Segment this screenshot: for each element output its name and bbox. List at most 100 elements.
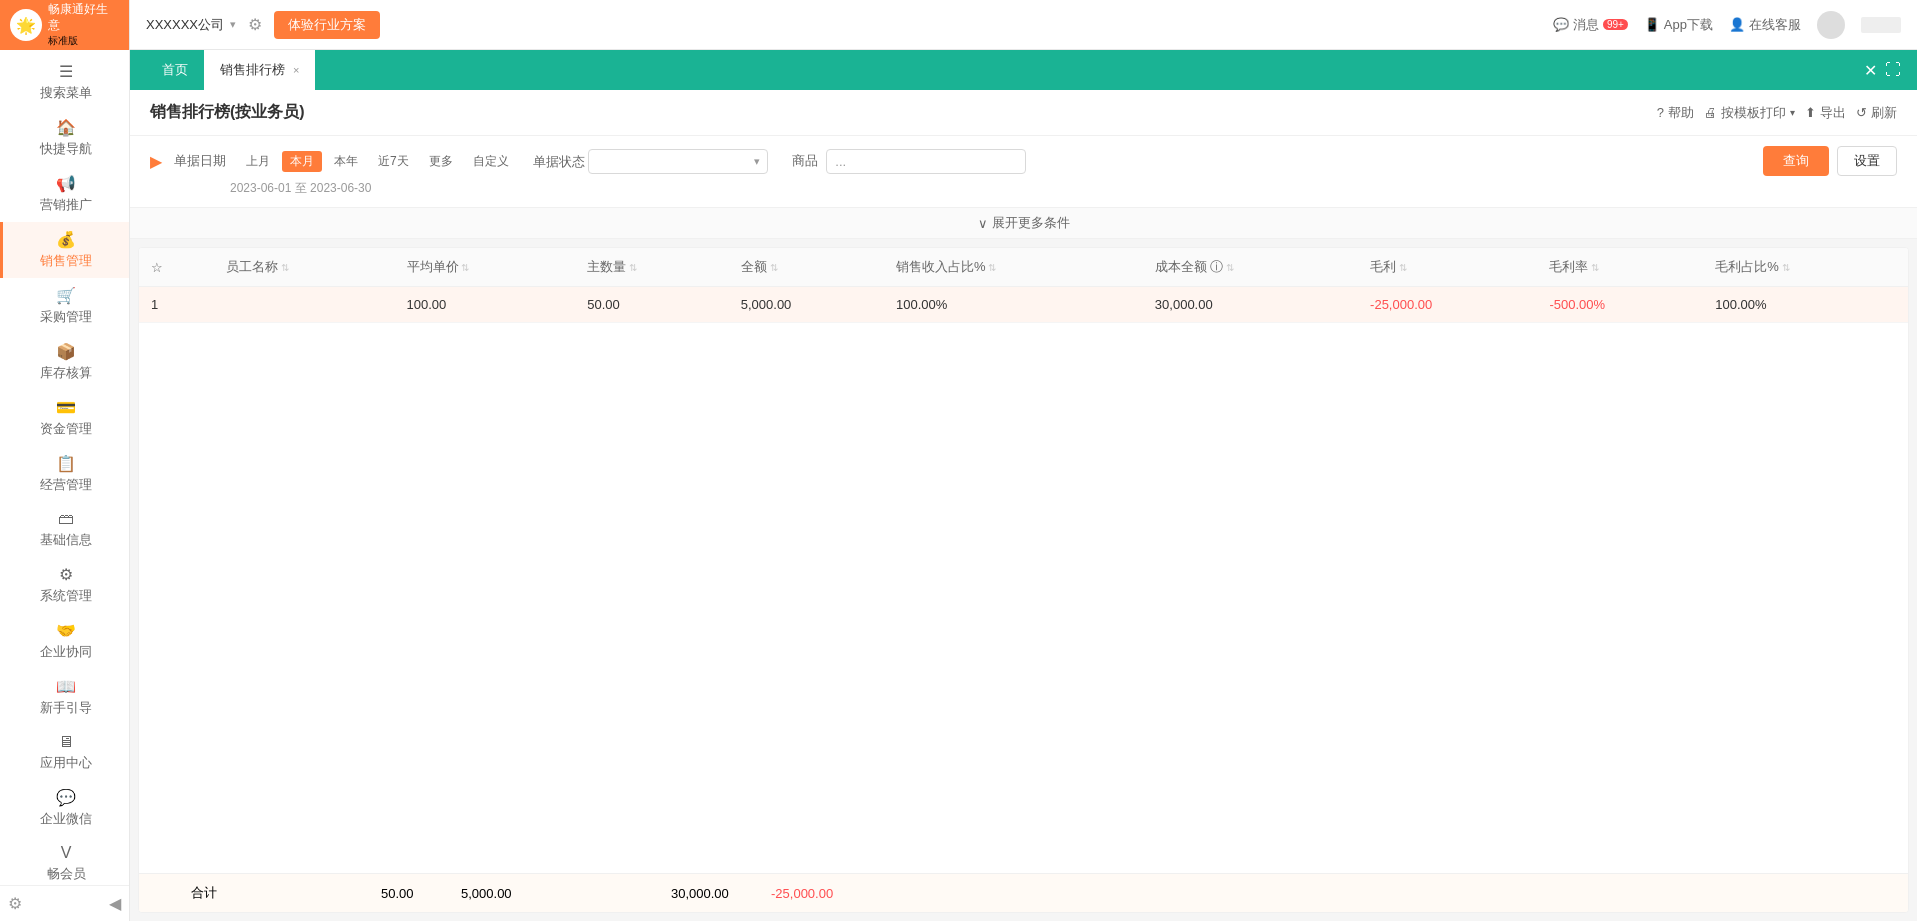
th-margin_rate[interactable]: 毛利率 xyxy=(1537,248,1703,287)
table-wrap: ☆员工名称平均单价主数量全额销售收入占比%成本全额 ⓘ毛利毛利率毛利占比% 11… xyxy=(138,247,1909,913)
sidebar-item-search[interactable]: ☰ 搜索菜单 xyxy=(0,54,129,110)
tab-sales-ranking[interactable]: 销售排行榜 × xyxy=(204,50,315,90)
apps-icon: 🖥 xyxy=(58,733,74,751)
goods-filter-wrap: 商品 ... xyxy=(792,149,1026,174)
user-name-placeholder xyxy=(1861,17,1901,33)
download-icon: 📱 xyxy=(1644,17,1660,32)
sidebar-item-label-sales: 销售管理 xyxy=(40,252,92,270)
basics-icon: 🗃 xyxy=(58,510,74,528)
expand-btn[interactable]: ∨ 展开更多条件 xyxy=(978,214,1070,232)
footer-margin: -25,000.00 xyxy=(771,886,833,901)
th-sales_pct[interactable]: 销售收入占比% xyxy=(884,248,1143,287)
main-area: XXXXXX公司 ▾ ⚙ 体验行业方案 💬 消息 99+ 📱 App下载 👤 在… xyxy=(130,0,1917,921)
th-name[interactable]: 员工名称 xyxy=(214,248,395,287)
sidebar-item-inventory[interactable]: 📦 库存核算 xyxy=(0,334,129,390)
td-name xyxy=(214,287,395,323)
message-icon: 💬 xyxy=(1553,17,1569,32)
sidebar-item-marketing[interactable]: 📢 营销推广 xyxy=(0,166,129,222)
template-print-btn[interactable]: 🖨 按模板打印 ▾ xyxy=(1704,104,1795,122)
th-margin_pct[interactable]: 毛利占比% xyxy=(1703,248,1908,287)
expand-label: 展开更多条件 xyxy=(992,214,1070,232)
purchase-icon: 🛒 xyxy=(56,286,76,305)
td-avg_price: 100.00 xyxy=(395,287,576,323)
tab-close-window-icon[interactable]: ✕ xyxy=(1864,61,1877,80)
sidebar-item-label-search: 搜索菜单 xyxy=(40,84,92,102)
date-tab-more[interactable]: 更多 xyxy=(421,151,461,172)
td-margin: -25,000.00 xyxy=(1358,287,1537,323)
date-tab-custom[interactable]: 自定义 xyxy=(465,151,517,172)
footer-qty-cell: 50.00 xyxy=(381,886,461,901)
export-btn[interactable]: ⬆ 导出 xyxy=(1805,104,1846,122)
online-service-btn[interactable]: 👤 在线客服 xyxy=(1729,16,1801,34)
refresh-btn[interactable]: ↺ 刷新 xyxy=(1856,104,1897,122)
sidebar-item-operations[interactable]: 📋 经营管理 xyxy=(0,446,129,502)
export-label: 导出 xyxy=(1820,104,1846,122)
sidebar: 🌟 畅康通好生意 标准版 ☰ 搜索菜单 🏠 快捷导航 📢 营销推广 💰 销售管理… xyxy=(0,0,130,921)
sidebar-item-basics[interactable]: 🗃 基础信息 xyxy=(0,502,129,557)
export-icon: ⬆ xyxy=(1805,105,1816,120)
status-select[interactable] xyxy=(588,149,768,174)
query-btn[interactable]: 查询 xyxy=(1763,146,1829,176)
date-tab-thisyear[interactable]: 本年 xyxy=(326,151,366,172)
th-margin[interactable]: 毛利 xyxy=(1358,248,1537,287)
status-filter-wrap: 单据状态 xyxy=(533,149,769,174)
industry-btn[interactable]: 体验行业方案 xyxy=(274,11,380,39)
sidebar-item-guide[interactable]: 📖 新手引导 xyxy=(0,669,129,725)
sidebar-item-system[interactable]: ⚙ 系统管理 xyxy=(0,557,129,613)
sidebar-item-label-operations: 经营管理 xyxy=(40,476,92,494)
user-avatar[interactable] xyxy=(1817,11,1845,39)
service-icon: 👤 xyxy=(1729,17,1745,32)
topbar-right: 💬 消息 99+ 📱 App下载 👤 在线客服 xyxy=(1553,11,1901,39)
message-btn[interactable]: 💬 消息 99+ xyxy=(1553,16,1628,34)
sidebar-item-label-wechat: 企业微信 xyxy=(40,810,92,828)
th-avg_price[interactable]: 平均单价 xyxy=(395,248,576,287)
footer-qty: 50.00 xyxy=(381,886,414,901)
refresh-icon: ↺ xyxy=(1856,105,1867,120)
date-tab-7days[interactable]: 近7天 xyxy=(370,151,417,172)
footer-total-label: 合计 xyxy=(191,885,217,900)
status-select-wrap xyxy=(588,149,768,174)
table-body: 1100.0050.005,000.00100.00%30,000.00-25,… xyxy=(139,287,1908,323)
logo-icon: 🌟 xyxy=(10,9,42,41)
search-icon: ☰ xyxy=(59,62,73,81)
goods-ellipsis: ... xyxy=(835,154,846,169)
sales-icon: 💰 xyxy=(56,230,76,249)
collapse-icon[interactable]: ◀ xyxy=(109,894,121,913)
tab-active-label: 销售排行榜 xyxy=(220,61,285,79)
filter-row-1: ▶ 单据日期 上月 本月 本年 近7天 更多 自定义 单据状态 xyxy=(150,146,1897,176)
tabbar-right: ✕ ⛶ xyxy=(1864,61,1901,80)
app-download-btn[interactable]: 📱 App下载 xyxy=(1644,16,1713,34)
expand-icon: ∨ xyxy=(978,216,988,231)
help-icon: ? xyxy=(1657,105,1664,120)
company-dropdown-icon: ▾ xyxy=(230,18,236,31)
tab-close-icon[interactable]: × xyxy=(293,64,299,76)
filter-bar: ▶ 单据日期 上月 本月 本年 近7天 更多 自定义 单据状态 xyxy=(130,136,1917,208)
company-selector[interactable]: XXXXXX公司 ▾ xyxy=(146,16,236,34)
td-margin_rate: -500.00% xyxy=(1537,287,1703,323)
sidebar-item-shortcut[interactable]: 🏠 快捷导航 xyxy=(0,110,129,166)
sidebar-item-apps[interactable]: 🖥 应用中心 xyxy=(0,725,129,780)
tab-maximize-icon[interactable]: ⛶ xyxy=(1885,61,1901,80)
th-cost[interactable]: 成本全额 ⓘ xyxy=(1143,248,1358,287)
th-qty[interactable]: 主数量 xyxy=(575,248,729,287)
th-amount[interactable]: 全额 xyxy=(729,248,884,287)
settings-gear-icon[interactable]: ⚙ xyxy=(248,15,262,34)
settings-icon[interactable]: ⚙ xyxy=(8,894,22,913)
date-tab-thismonth[interactable]: 本月 xyxy=(282,151,322,172)
sidebar-item-sales[interactable]: 💰 销售管理 xyxy=(0,222,129,278)
filter-toggle-icon[interactable]: ▶ xyxy=(150,152,162,171)
tab-home[interactable]: 首页 xyxy=(146,50,204,90)
message-label: 消息 xyxy=(1573,16,1599,34)
sidebar-item-purchase[interactable]: 🛒 采购管理 xyxy=(0,278,129,334)
sidebar-item-collab[interactable]: 🤝 企业协同 xyxy=(0,613,129,669)
setting-btn[interactable]: 设置 xyxy=(1837,146,1897,176)
page-title: 销售排行榜(按业务员) xyxy=(150,102,305,123)
sidebar-item-wechat[interactable]: 💬 企业微信 xyxy=(0,780,129,836)
sidebar-item-label-guide: 新手引导 xyxy=(40,699,92,717)
date-tab-lastmonth[interactable]: 上月 xyxy=(238,151,278,172)
sidebar-item-finance[interactable]: 💳 资金管理 xyxy=(0,390,129,446)
sidebar-item-member[interactable]: V 畅会员 xyxy=(0,836,129,885)
help-btn[interactable]: ? 帮助 xyxy=(1657,104,1694,122)
sidebar-footer: ⚙ ◀ xyxy=(0,885,129,921)
goods-input-box[interactable]: ... xyxy=(826,149,1026,174)
